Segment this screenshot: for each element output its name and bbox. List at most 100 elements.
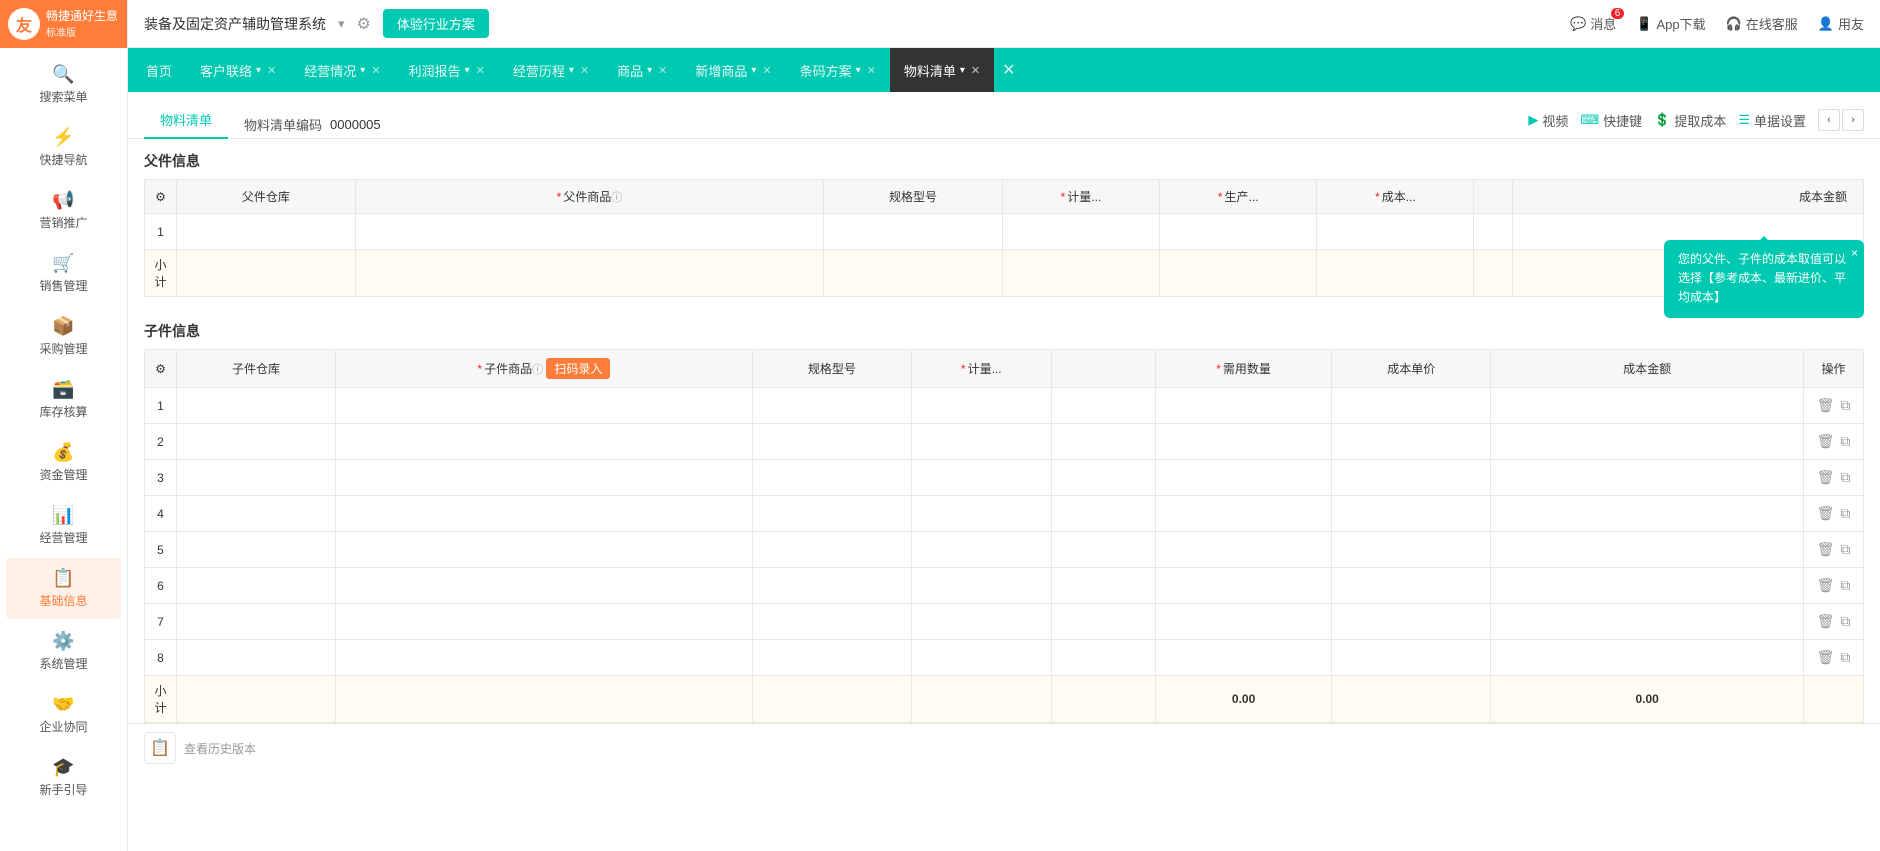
nav-tab-customer[interactable]: 客户联络▾✕ xyxy=(186,48,290,92)
child-cell-goods-3[interactable] xyxy=(335,460,752,496)
copy-icon-3[interactable]: ⧉ xyxy=(1840,469,1850,486)
tab-close-goods[interactable]: ✕ xyxy=(658,64,667,77)
child-cell-spec-2[interactable] xyxy=(752,424,911,460)
nav-tab-bizhistory[interactable]: 经营历程▾✕ xyxy=(499,48,603,92)
parent-cell-unit[interactable] xyxy=(1002,214,1159,250)
delete-icon-8[interactable]: 🗑 xyxy=(1817,649,1835,666)
child-cell-needed-6[interactable] xyxy=(1155,568,1331,604)
child-cell-goods-6[interactable] xyxy=(335,568,752,604)
child-cell-spec-6[interactable] xyxy=(752,568,911,604)
child-cell-cost-unit-7[interactable] xyxy=(1332,604,1491,640)
child-cell-goods-5[interactable] xyxy=(335,532,752,568)
child-cell-goods-1[interactable] xyxy=(335,388,752,424)
close-all-tabs[interactable]: ✕ xyxy=(994,60,1023,80)
tab-close-barcode[interactable]: ✕ xyxy=(867,64,876,77)
delete-icon-2[interactable]: 🗑 xyxy=(1817,433,1835,450)
nav-tab-profit[interactable]: 利润报告▾✕ xyxy=(395,48,499,92)
child-cell-spec-3[interactable] xyxy=(752,460,911,496)
child-cell-needed-7[interactable] xyxy=(1155,604,1331,640)
child-cell-cost-unit-5[interactable] xyxy=(1332,532,1491,568)
child-cell-unit-8[interactable] xyxy=(911,640,1051,676)
child-cell-spec-7[interactable] xyxy=(752,604,911,640)
child-cell-needed-8[interactable] xyxy=(1155,640,1331,676)
app-download-button[interactable]: 📱 App下载 xyxy=(1636,14,1705,33)
shortcut-button[interactable]: ⌨ 快捷键 xyxy=(1580,111,1642,130)
child-th-gear[interactable]: ⚙ xyxy=(145,350,177,388)
settings-icon[interactable]: ⚙ xyxy=(357,14,371,34)
copy-icon-5[interactable]: ⧉ xyxy=(1840,541,1850,558)
child-cell-unit-3[interactable] xyxy=(911,460,1051,496)
child-cell-needed-3[interactable] xyxy=(1155,460,1331,496)
system-select-arrow[interactable]: ▾ xyxy=(338,16,345,32)
child-cell-cost-unit-2[interactable] xyxy=(1332,424,1491,460)
sidebar-item-collab[interactable]: 🤝企业协同 xyxy=(6,684,121,745)
parent-cell-produce[interactable] xyxy=(1160,214,1317,250)
sidebar-item-marketing[interactable]: 📢营销推广 xyxy=(6,180,121,241)
child-cell-needed-2[interactable] xyxy=(1155,424,1331,460)
user-menu[interactable]: 👤 用友 xyxy=(1818,14,1864,33)
child-cell-unit-7[interactable] xyxy=(911,604,1051,640)
sidebar-item-operation[interactable]: 📊经营管理 xyxy=(6,495,121,556)
child-cell-warehouse-7[interactable] xyxy=(177,604,336,640)
copy-icon-6[interactable]: ⧉ xyxy=(1840,577,1850,594)
nav-tab-home[interactable]: 首页 xyxy=(132,48,186,92)
child-cell-warehouse-2[interactable] xyxy=(177,424,336,460)
video-button[interactable]: ▶ 视频 xyxy=(1528,111,1568,130)
trial-button[interactable]: 体验行业方案 xyxy=(383,9,489,38)
nav-tab-bizstatus[interactable]: 经营情况▾✕ xyxy=(290,48,394,92)
prev-arrow[interactable]: ‹ xyxy=(1818,109,1840,131)
child-cell-goods-7[interactable] xyxy=(335,604,752,640)
single-setting-button[interactable]: ☰ 单据设置 xyxy=(1738,111,1806,130)
copy-icon-2[interactable]: ⧉ xyxy=(1840,433,1850,450)
scan-button[interactable]: 扫码录入 xyxy=(546,358,610,379)
sidebar-item-finance[interactable]: 💰资金管理 xyxy=(6,432,121,493)
nav-tab-barcode[interactable]: 条码方案▾✕ xyxy=(786,48,890,92)
delete-icon-6[interactable]: 🗑 xyxy=(1817,577,1835,594)
child-cell-spec-5[interactable] xyxy=(752,532,911,568)
child-cell-warehouse-5[interactable] xyxy=(177,532,336,568)
next-arrow[interactable]: › xyxy=(1842,109,1864,131)
child-cell-cost-unit-8[interactable] xyxy=(1332,640,1491,676)
sidebar-item-system[interactable]: ⚙️系统管理 xyxy=(6,621,121,682)
child-cell-unit-5[interactable] xyxy=(911,532,1051,568)
delete-icon-3[interactable]: 🗑 xyxy=(1817,469,1835,486)
cost-button[interactable]: 💲 提取成本 xyxy=(1654,111,1726,130)
child-cell-goods-8[interactable] xyxy=(335,640,752,676)
delete-icon-4[interactable]: 🗑 xyxy=(1817,505,1835,522)
online-service-button[interactable]: 🎧 在线客服 xyxy=(1726,14,1798,33)
tab-close-newgoods[interactable]: ✕ xyxy=(762,64,771,77)
sidebar-item-sales[interactable]: 🛒销售管理 xyxy=(6,243,121,304)
parent-cell-goods[interactable] xyxy=(355,214,824,250)
copy-icon-7[interactable]: ⧉ xyxy=(1840,613,1850,630)
tooltip-close[interactable]: × xyxy=(1851,244,1858,263)
nav-tab-newgoods[interactable]: 新增商品▾✕ xyxy=(681,48,785,92)
child-cell-unit-6[interactable] xyxy=(911,568,1051,604)
child-cell-needed-1[interactable] xyxy=(1155,388,1331,424)
copy-icon-8[interactable]: ⧉ xyxy=(1840,649,1850,666)
child-cell-cost-unit-6[interactable] xyxy=(1332,568,1491,604)
nav-tab-goods[interactable]: 商品▾✕ xyxy=(603,48,681,92)
sidebar-item-quicknav[interactable]: ⚡快捷导航 xyxy=(6,117,121,178)
child-cell-cost-unit-3[interactable] xyxy=(1332,460,1491,496)
child-cell-spec-4[interactable] xyxy=(752,496,911,532)
message-button[interactable]: 💬 消息 6 xyxy=(1570,14,1616,33)
child-cell-needed-5[interactable] xyxy=(1155,532,1331,568)
copy-icon-1[interactable]: ⧉ xyxy=(1840,397,1850,414)
tab-close-customer[interactable]: ✕ xyxy=(267,64,276,77)
child-cell-goods-4[interactable] xyxy=(335,496,752,532)
child-cell-spec-8[interactable] xyxy=(752,640,911,676)
child-cell-needed-4[interactable] xyxy=(1155,496,1331,532)
copy-icon-4[interactable]: ⧉ xyxy=(1840,505,1850,522)
sidebar-item-basic[interactable]: 📋基础信息 xyxy=(6,558,121,619)
history-icon[interactable]: 📋 xyxy=(144,732,176,764)
parent-cell-cost[interactable] xyxy=(1317,214,1474,250)
delete-icon-1[interactable]: 🗑 xyxy=(1817,397,1835,414)
child-cell-warehouse-6[interactable] xyxy=(177,568,336,604)
child-cell-spec-1[interactable] xyxy=(752,388,911,424)
tab-close-profit[interactable]: ✕ xyxy=(476,64,485,77)
child-cell-warehouse-8[interactable] xyxy=(177,640,336,676)
parent-cell-spec[interactable] xyxy=(824,214,1003,250)
child-cell-unit-1[interactable] xyxy=(911,388,1051,424)
sub-tab-bomlist[interactable]: 物料清单 xyxy=(144,102,228,139)
child-cell-warehouse-1[interactable] xyxy=(177,388,336,424)
